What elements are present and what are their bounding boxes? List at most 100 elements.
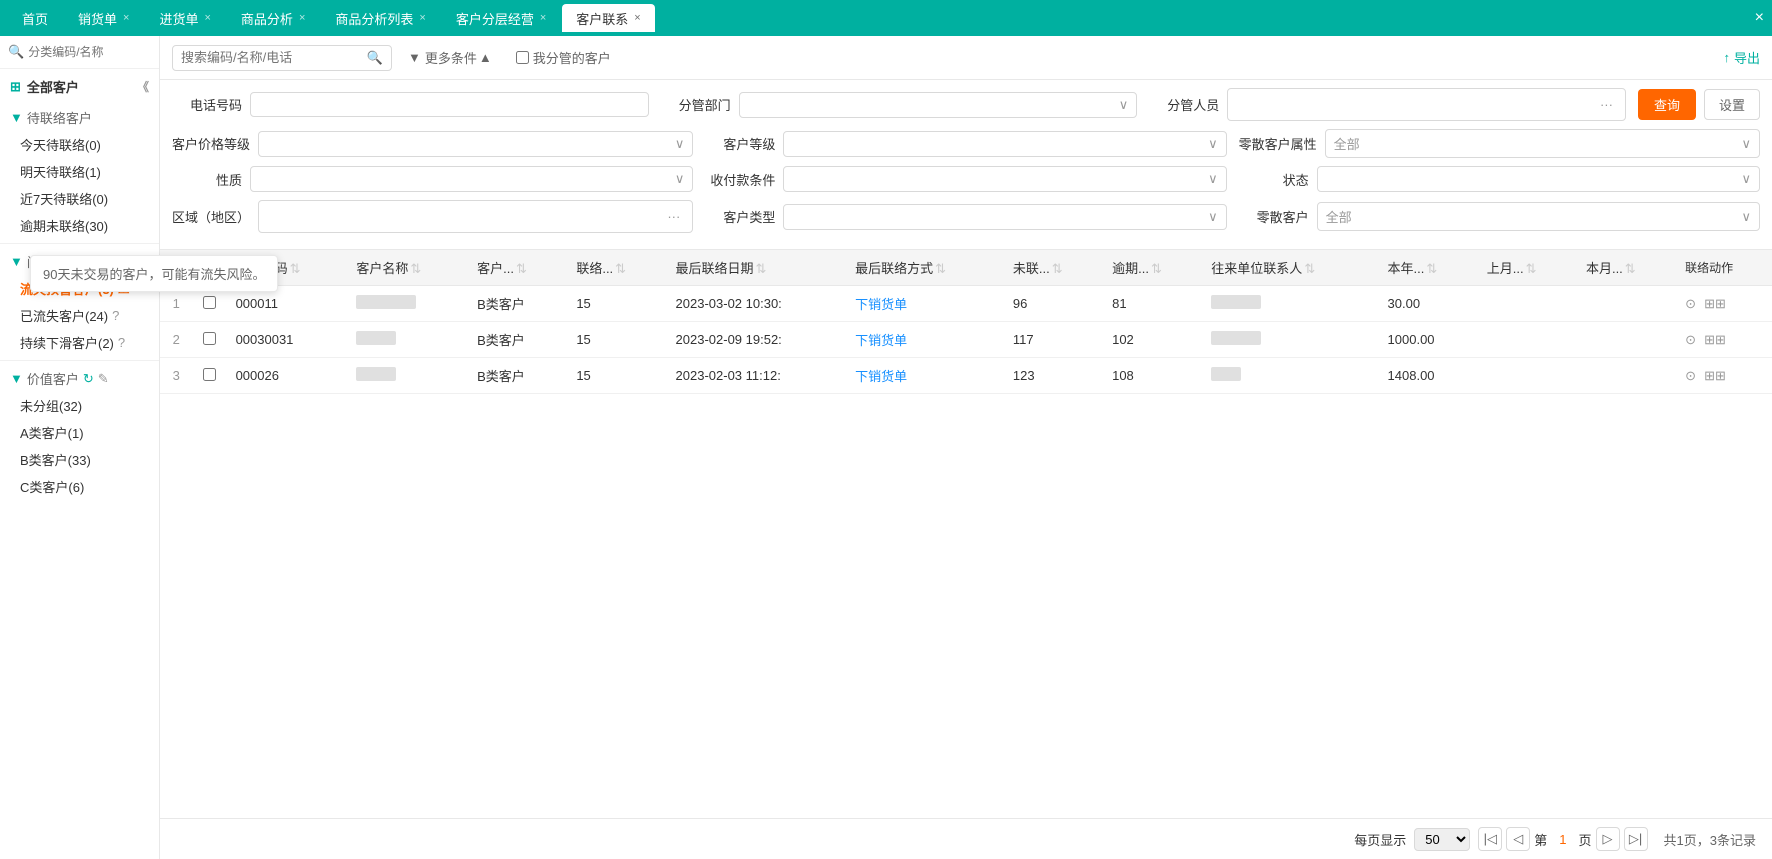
sidebar-item-ungroup[interactable]: 未分组(32) (0, 392, 159, 419)
action-menu-icon-2[interactable]: ⊞⊞ (1704, 332, 1726, 348)
sidebar-item-c-class[interactable]: C类客户(6) (0, 473, 159, 500)
row-year-2: 1000.00 (1378, 322, 1477, 358)
current-page: 1 (1551, 832, 1574, 847)
sort-icon-person[interactable]: ⇅ (1304, 261, 1315, 276)
row-method-link-1[interactable]: 下销货单 (855, 297, 907, 312)
sidebar-search-input[interactable] (28, 45, 160, 59)
sidebar-item-churned[interactable]: 已流失客户(24) ? (0, 302, 159, 329)
col-last-month: 上月...⇅ (1477, 250, 1576, 286)
row-month-1 (1576, 286, 1675, 322)
sort-icon-method[interactable]: ⇅ (935, 261, 946, 276)
row-action-1: ⊙ ⊞⊞ (1675, 286, 1772, 322)
sidebar-item-overdue-contact[interactable]: 逾期未联络(30) (0, 212, 159, 239)
row-checkbox[interactable] (203, 332, 216, 345)
export-btn[interactable]: ↑ 导出 (1723, 48, 1760, 67)
tab-home[interactable]: 首页 (8, 4, 62, 32)
tab-close-sales[interactable]: × (123, 12, 129, 24)
sort-icon-date[interactable]: ⇅ (756, 261, 767, 276)
tab-customer-contact[interactable]: 客户联系 × (562, 4, 654, 32)
action-icons-2: ⊙ ⊞⊞ (1685, 332, 1762, 348)
sidebar-group-pending[interactable]: ▼ 待联络客户 (0, 104, 159, 131)
sidebar-item-tomorrow-contact[interactable]: 明天待联络(1) (0, 158, 159, 185)
sort-icon-overdue[interactable]: ⇅ (1151, 261, 1162, 276)
tab-close-product-list[interactable]: × (419, 12, 425, 24)
sort-icon-name[interactable]: ⇅ (410, 261, 421, 276)
filter-sparse2-select[interactable]: 全部 ∨ (1317, 202, 1760, 231)
first-page-btn[interactable]: |◁ (1478, 827, 1502, 851)
tab-sales-order[interactable]: 销货单 × (64, 4, 143, 32)
sort-icon-month[interactable]: ⇅ (1625, 261, 1636, 276)
sort-icon-code[interactable]: ⇅ (290, 261, 301, 276)
sort-icon-contact[interactable]: ⇅ (615, 261, 626, 276)
filter-manager-select[interactable]: ··· (1227, 88, 1626, 121)
row-code-3: 000026 (226, 358, 347, 394)
sort-icon-unlisted[interactable]: ⇅ (1052, 261, 1063, 276)
row-method-link-3[interactable]: 下销货单 (855, 369, 907, 384)
close-all-tabs[interactable]: × (1755, 9, 1764, 27)
table-header: ⚙ 客户编码⇅ 客户名称⇅ 客户...⇅ (160, 250, 1772, 286)
sort-icon-lmonth[interactable]: ⇅ (1526, 261, 1537, 276)
filter-type-select[interactable]: ∨ (783, 204, 1226, 230)
filter-region-select[interactable]: ··· (258, 200, 693, 233)
per-page-select[interactable]: 50 100 200 (1414, 828, 1470, 851)
prev-page-btn[interactable]: ◁ (1506, 827, 1530, 851)
query-button[interactable]: 查询 (1638, 89, 1696, 120)
search-icon[interactable]: 🔍 (367, 50, 383, 66)
row-type-1: B类客户 (467, 286, 566, 322)
row-year-1: 30.00 (1378, 286, 1477, 322)
filter-dept-select[interactable]: ∨ (739, 92, 1138, 118)
filter-phone-input[interactable] (250, 92, 649, 117)
sidebar-group-value[interactable]: ▼ 价值客户 ↻ ✎ (0, 365, 159, 392)
row-checkbox[interactable] (203, 296, 216, 309)
filter-level-select[interactable]: ∨ (783, 131, 1226, 157)
tab-close-product-analysis[interactable]: × (299, 12, 305, 24)
sidebar-item-a-class[interactable]: A类客户(1) (0, 419, 159, 446)
action-icons-3: ⊙ ⊞⊞ (1685, 368, 1762, 384)
search-input[interactable] (181, 50, 363, 65)
sidebar-item-7day-contact[interactable]: 近7天待联络(0) (0, 185, 159, 212)
setting-button[interactable]: 设置 (1704, 89, 1760, 120)
sidebar-item-today-contact[interactable]: 今天待联络(0) (0, 131, 159, 158)
filter-region: 区域（地区） ··· (172, 200, 693, 233)
row-checkbox[interactable] (203, 368, 216, 381)
chevron-down-icon7: ∨ (1208, 171, 1218, 187)
filter-status-select[interactable]: ∨ (1317, 166, 1760, 192)
tab-purchase-order[interactable]: 进货单 × (145, 4, 224, 32)
tab-close-contact[interactable]: × (634, 12, 640, 24)
tab-close-purchase[interactable]: × (204, 12, 210, 24)
action-link-icon-2[interactable]: ⊙ (1685, 332, 1696, 348)
filter-status: 状态 ∨ (1239, 166, 1760, 192)
filter-price-select[interactable]: ∨ (258, 131, 693, 157)
row-lmonth-1 (1477, 286, 1576, 322)
next-page-btn[interactable]: ▷ (1596, 827, 1620, 851)
row-person-blur-2 (1211, 331, 1261, 345)
sidebar-collapse-btn[interactable]: 《 (137, 78, 149, 95)
my-customers-checkbox[interactable] (516, 51, 529, 64)
sidebar-all-customers[interactable]: ⊞ 全部客户 《 (0, 69, 159, 104)
refresh-icon[interactable]: ↻ (83, 371, 94, 387)
filter-nature-select[interactable]: ∨ (250, 166, 693, 192)
filter-payment-select[interactable]: ∨ (783, 166, 1226, 192)
row-method-link-2[interactable]: 下销货单 (855, 333, 907, 348)
action-link-icon-3[interactable]: ⊙ (1685, 368, 1696, 384)
region-dots-icon[interactable]: ··· (663, 205, 684, 228)
tab-product-analysis[interactable]: 商品分析 × (227, 4, 319, 32)
last-page-btn[interactable]: ▷| (1624, 827, 1648, 851)
row-name-blur-3 (356, 367, 396, 381)
action-menu-icon-1[interactable]: ⊞⊞ (1704, 296, 1726, 312)
filter-sparse-select[interactable]: 全部 ∨ (1325, 129, 1760, 158)
tab-customer-segment[interactable]: 客户分层经营 × (442, 4, 560, 32)
row-overdue-2: 102 (1102, 322, 1201, 358)
action-menu-icon-3[interactable]: ⊞⊞ (1704, 368, 1726, 384)
tab-close-segment[interactable]: × (540, 12, 546, 24)
sidebar-item-declining[interactable]: 持续下滑客户(2) ? (0, 329, 159, 356)
edit-icon[interactable]: ✎ (98, 371, 109, 387)
action-link-icon-1[interactable]: ⊙ (1685, 296, 1696, 312)
sort-icon-type[interactable]: ⇅ (516, 261, 527, 276)
dots-icon[interactable]: ··· (1596, 93, 1617, 116)
sort-icon-year[interactable]: ⇅ (1426, 261, 1437, 276)
sidebar-item-b-class[interactable]: B类客户(33) (0, 446, 159, 473)
tab-product-analysis-list[interactable]: 商品分析列表 × (321, 4, 439, 32)
more-conditions-btn[interactable]: ▼ 更多条件 ▲ (400, 44, 500, 71)
filter-actions: 查询 设置 (1638, 89, 1760, 120)
